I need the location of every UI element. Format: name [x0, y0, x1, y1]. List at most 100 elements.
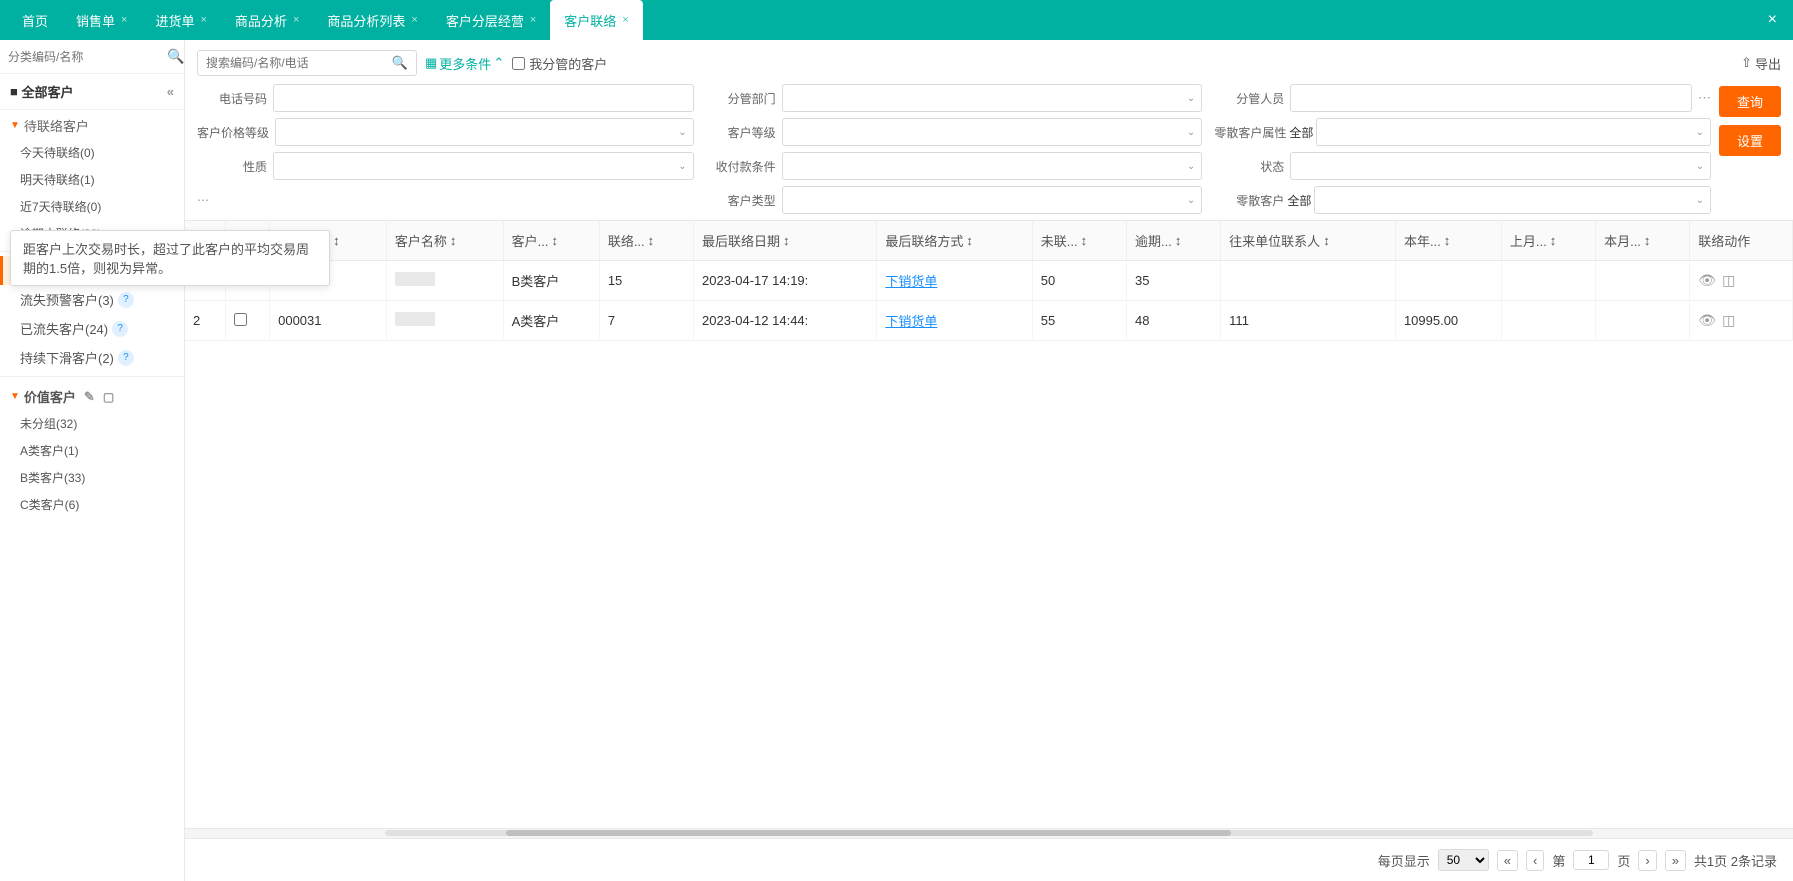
sidebar-item-today[interactable]: 今天待联络(0)	[0, 139, 184, 166]
nature-select[interactable]: ⌄	[273, 152, 694, 180]
total-label: 共1页 2条记录	[1694, 851, 1777, 870]
pagination-next-last[interactable]: »	[1665, 850, 1686, 871]
nav-customer-contact[interactable]: 客户联络 ×	[550, 0, 642, 40]
nav-customer-segment-label: 客户分层经营	[446, 11, 524, 30]
row2-view-icon[interactable]: 👁	[1698, 312, 1716, 329]
retail-attr-select[interactable]: ⌄	[1316, 118, 1711, 146]
main-search-icon[interactable]: 🔍	[392, 55, 408, 71]
nav-purchase[interactable]: 进货单 ×	[141, 0, 220, 40]
sidebar-search-input[interactable]	[8, 50, 163, 64]
sidebar-item-b-class[interactable]: B类客户(33)	[0, 464, 184, 491]
row2-grid-icon[interactable]: ◫	[1722, 312, 1735, 329]
nav-purchase-close[interactable]: ×	[200, 14, 206, 26]
col-name[interactable]: 客户名称 ↕	[386, 221, 503, 261]
settings-button[interactable]: 设置	[1719, 125, 1781, 156]
sidebar-item-a-class[interactable]: A类客户(1)	[0, 437, 184, 464]
nav-purchase-label: 进货单	[155, 11, 194, 30]
nav-sales-close[interactable]: ×	[121, 14, 127, 26]
phone-input[interactable]	[273, 84, 694, 112]
row2-code: 000031	[270, 301, 387, 341]
value-customers-settings-icon[interactable]: ✎	[84, 389, 95, 405]
row1-contacts	[1221, 261, 1396, 301]
main-search-input[interactable]	[206, 56, 392, 70]
continuous-down-help-icon[interactable]: ?	[118, 350, 134, 366]
row1-view-icon[interactable]: 👁	[1698, 272, 1716, 289]
row2-checkbox[interactable]	[225, 301, 270, 341]
more-conditions-btn[interactable]: ▦ 更多条件 ⌃	[425, 54, 504, 73]
col-this-month[interactable]: 本月... ↕	[1596, 221, 1690, 261]
col-this-year[interactable]: 本年... ↕	[1395, 221, 1501, 261]
nav-customer-segment[interactable]: 客户分层经营 ×	[432, 0, 550, 40]
nav-product-list[interactable]: 商品分析列表 ×	[313, 0, 431, 40]
pagination-next[interactable]: ›	[1638, 850, 1656, 871]
customer-grade-chevron-icon: ⌄	[1187, 127, 1195, 138]
row2-name	[386, 301, 503, 341]
col-action: 联络动作	[1690, 221, 1793, 261]
page-input[interactable]	[1573, 850, 1609, 870]
col-last-method[interactable]: 最后联络方式 ↕	[877, 221, 1032, 261]
sidebar-item-continuous-down[interactable]: 持续下滑客户(2) ?	[0, 343, 184, 372]
customer-grade-select[interactable]: ⌄	[782, 118, 1203, 146]
customer-type-select[interactable]: ⌄	[782, 186, 1203, 214]
sidebar-item-already-lost[interactable]: 已流失客户(24) ?	[0, 314, 184, 343]
nav-product-analysis-close[interactable]: ×	[293, 14, 299, 26]
retail-customer-inline: 全部	[1287, 192, 1311, 209]
col-contact-count[interactable]: 联络... ↕	[599, 221, 693, 261]
per-page-select[interactable]: 50 100 200	[1438, 849, 1489, 871]
sidebar-item-tomorrow[interactable]: 明天待联络(1)	[0, 166, 184, 193]
sidebar-item-lost-prediction[interactable]: 流失预警客户(3) ?	[0, 285, 184, 314]
price-grade-select[interactable]: ⌄	[275, 118, 694, 146]
nav-product-analysis-label: 商品分析	[235, 11, 287, 30]
row2-last-method[interactable]: 下销货单	[877, 301, 1032, 341]
all-customers-title[interactable]: ■ 全部客户 «	[0, 74, 184, 110]
col-unlisted[interactable]: 未联... ↕	[1032, 221, 1126, 261]
export-button[interactable]: ⇧ 导出	[1741, 54, 1781, 73]
chevron-up-icon: ⌃	[493, 55, 504, 71]
pagination: 每页显示 50 100 200 « ‹ 第 页 › » 共1页 2条记录	[185, 838, 1793, 881]
customer-grade-label: 客户等级	[706, 124, 776, 141]
row1-grid-icon[interactable]: ◫	[1722, 272, 1735, 289]
collapse-icon[interactable]: «	[167, 84, 174, 99]
col-overdue[interactable]: 逾期... ↕	[1126, 221, 1220, 261]
pagination-prev-first[interactable]: «	[1497, 850, 1518, 871]
nature-label: 性质	[197, 158, 267, 175]
value-customers-edit-icon[interactable]: ▢	[103, 390, 114, 404]
payment-select[interactable]: ⌄	[782, 152, 1203, 180]
nav-product-analysis[interactable]: 商品分析 ×	[221, 0, 313, 40]
sidebar-item-c-class[interactable]: C类客户(6)	[0, 491, 184, 518]
retail-attr-chevron-icon: ⌄	[1696, 127, 1704, 138]
nav-product-list-close[interactable]: ×	[411, 14, 417, 26]
person-more-icon[interactable]: ⋯	[1698, 90, 1711, 106]
row1-actions: 👁 ◫	[1690, 261, 1793, 301]
tooltip-text: 距客户上次交易时长，超过了此客户的平均交易周期的1.5倍，则视为异常。	[23, 242, 309, 276]
lost-help-icon[interactable]: ?	[118, 292, 134, 308]
col-contacts[interactable]: 往来单位联系人 ↕	[1221, 221, 1396, 261]
pagination-prev[interactable]: ‹	[1526, 850, 1544, 871]
sidebar-item-7days[interactable]: 近7天待联络(0)	[0, 193, 184, 220]
nav-home[interactable]: 首页	[8, 0, 62, 40]
sidebar-item-ungrouped[interactable]: 未分组(32)	[0, 410, 184, 437]
col-type[interactable]: 客户... ↕	[503, 221, 599, 261]
my-customers-checkbox[interactable]	[512, 57, 525, 70]
retail-customer-select[interactable]: ⌄	[1314, 186, 1711, 214]
more-filter-dots[interactable]: ⋯	[197, 193, 209, 207]
window-close-button[interactable]: ×	[1760, 11, 1785, 29]
already-lost-help-icon[interactable]: ?	[112, 321, 128, 337]
row2-this-year: 10995.00	[1395, 301, 1501, 341]
horizontal-scrollbar[interactable]	[185, 828, 1793, 838]
nav-customer-contact-close[interactable]: ×	[622, 14, 628, 26]
col-last-month[interactable]: 上月... ↕	[1501, 221, 1595, 261]
nav-customer-contact-label: 客户联络	[564, 11, 616, 30]
phone-label: 电话号码	[197, 90, 267, 107]
page-label: 第	[1552, 851, 1565, 870]
dept-select[interactable]: ⌄	[782, 84, 1203, 112]
row1-last-method[interactable]: 下销货单	[877, 261, 1032, 301]
nav-sales[interactable]: 销售单 ×	[62, 0, 141, 40]
sidebar-search-icon[interactable]: 🔍	[167, 48, 184, 65]
status-chevron-icon: ⌄	[1696, 161, 1704, 172]
nav-customer-segment-close[interactable]: ×	[530, 14, 536, 26]
query-button[interactable]: 查询	[1719, 86, 1781, 117]
col-last-date[interactable]: 最后联络日期 ↕	[694, 221, 877, 261]
status-select[interactable]: ⌄	[1290, 152, 1711, 180]
person-input[interactable]	[1290, 84, 1692, 112]
